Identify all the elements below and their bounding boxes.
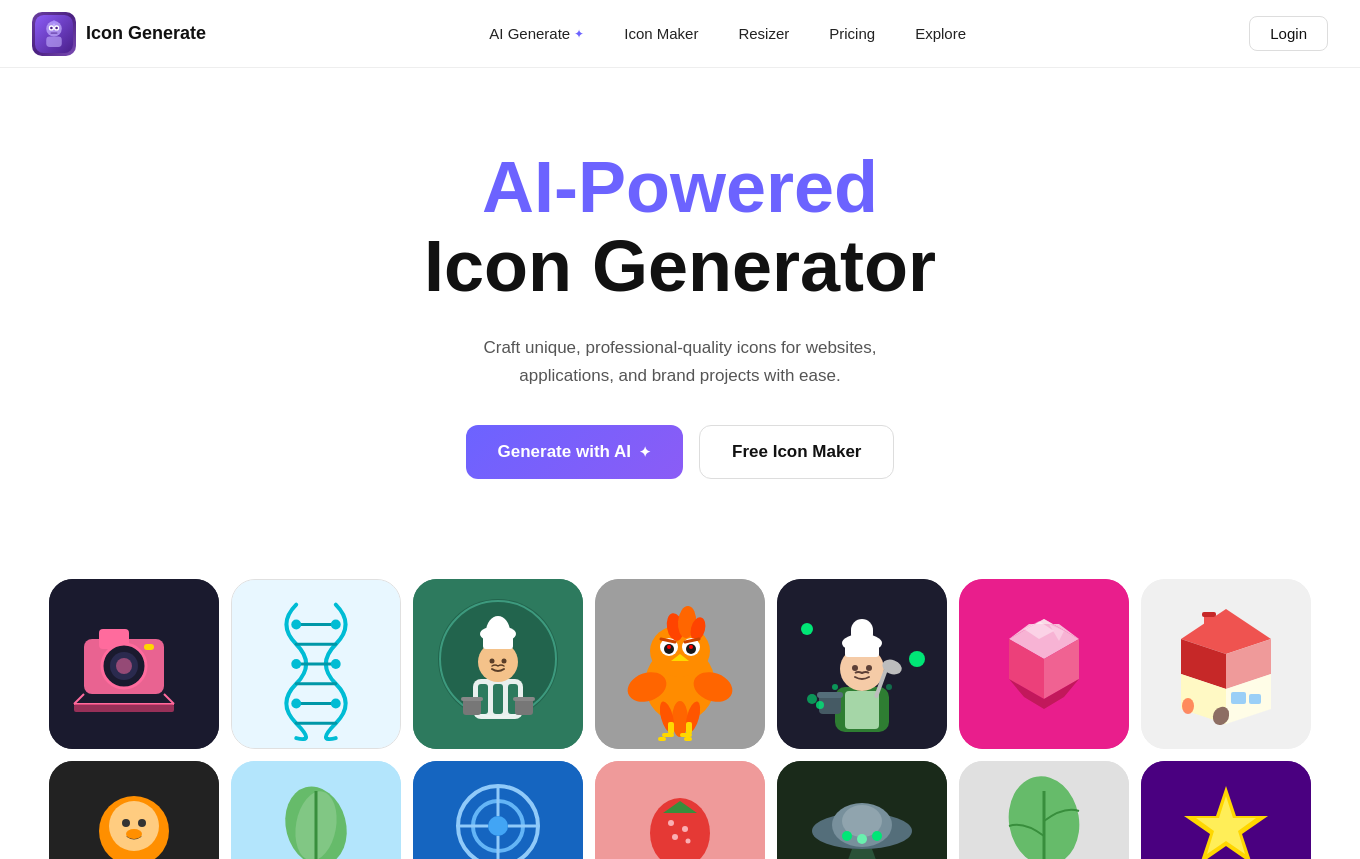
gallery-item-target <box>413 761 583 859</box>
svg-point-28 <box>291 619 301 629</box>
svg-point-87 <box>852 665 858 671</box>
svg-rect-76 <box>684 737 692 741</box>
hero-title: AI-Powered Icon Generator <box>20 148 1340 306</box>
nav-ai-generate[interactable]: AI Generate ✦ <box>473 17 600 50</box>
svg-rect-86 <box>851 619 873 645</box>
svg-point-80 <box>807 694 817 704</box>
svg-point-45 <box>490 658 495 663</box>
svg-point-78 <box>801 623 813 635</box>
gallery-item-chicken <box>595 579 765 749</box>
svg-point-33 <box>331 698 341 708</box>
svg-rect-49 <box>515 699 533 715</box>
hero-subtitle: Craft unique, professional-quality icons… <box>20 334 1340 388</box>
svg-point-30 <box>291 659 301 669</box>
svg-point-29 <box>331 619 341 629</box>
svg-rect-111 <box>1231 692 1246 704</box>
svg-point-139 <box>672 834 678 840</box>
svg-rect-20 <box>74 704 174 712</box>
svg-point-137 <box>668 820 674 826</box>
svg-point-55 <box>672 701 688 737</box>
gallery-item-lion <box>49 761 219 859</box>
gallery-item-dna <box>231 579 401 749</box>
svg-point-32 <box>291 698 301 708</box>
svg-point-118 <box>109 801 159 851</box>
gallery-item-camera <box>49 579 219 749</box>
svg-rect-39 <box>493 684 503 714</box>
generate-ai-button[interactable]: Generate with AI ✦ <box>466 425 684 479</box>
svg-rect-72 <box>686 722 692 734</box>
svg-point-44 <box>486 616 510 648</box>
gallery-item-strawberry <box>595 761 765 859</box>
svg-point-67 <box>689 645 693 649</box>
svg-rect-75 <box>680 733 692 737</box>
svg-point-95 <box>886 684 892 690</box>
free-icon-maker-button[interactable]: Free Icon Maker <box>699 425 894 479</box>
svg-point-146 <box>857 834 867 844</box>
hero-title-ai: AI-Powered <box>20 148 1340 227</box>
svg-rect-74 <box>658 737 666 741</box>
svg-point-15 <box>116 658 132 674</box>
gallery-item-plant <box>231 761 401 859</box>
logo-text: Icon Generate <box>86 23 206 44</box>
gallery-item-star <box>1141 761 1311 859</box>
gallery-item-ufo <box>777 761 947 859</box>
svg-rect-2 <box>46 36 62 46</box>
svg-point-115 <box>1182 698 1194 714</box>
svg-point-88 <box>866 665 872 671</box>
svg-rect-16 <box>144 644 154 650</box>
icon-gallery <box>0 539 1360 859</box>
gallery-item-gem <box>959 579 1129 749</box>
svg-point-66 <box>667 645 671 649</box>
gallery-row-2 <box>0 761 1360 859</box>
svg-rect-92 <box>817 692 843 698</box>
svg-point-129 <box>488 816 508 836</box>
login-button[interactable]: Login <box>1249 16 1328 51</box>
svg-point-93 <box>816 701 824 709</box>
sparkle-icon: ✦ <box>574 27 584 41</box>
svg-rect-112 <box>1249 694 1261 704</box>
hero-section: AI-Powered Icon Generator Craft unique, … <box>0 68 1360 539</box>
hero-buttons: Generate with AI ✦ Free Icon Maker <box>20 425 1340 479</box>
svg-point-9 <box>52 20 55 23</box>
svg-point-119 <box>122 819 130 827</box>
gallery-item-chef-dark <box>777 579 947 749</box>
nav-resizer[interactable]: Resizer <box>722 17 805 50</box>
gallery-item-chef-teal <box>413 579 583 749</box>
svg-point-46 <box>502 658 507 663</box>
svg-rect-47 <box>463 699 481 715</box>
main-nav: AI Generate ✦ Icon Maker Resizer Pricing… <box>473 17 982 50</box>
svg-point-6 <box>55 26 58 29</box>
svg-point-145 <box>842 831 852 841</box>
nav-pricing[interactable]: Pricing <box>813 17 891 50</box>
nav-icon-maker[interactable]: Icon Maker <box>608 17 714 50</box>
svg-rect-114 <box>1202 612 1216 617</box>
gallery-row-1 <box>0 579 1360 761</box>
hero-title-main: Icon Generator <box>20 227 1340 306</box>
svg-point-120 <box>138 819 146 827</box>
svg-point-147 <box>872 831 882 841</box>
svg-point-94 <box>832 684 838 690</box>
logo[interactable]: Icon Generate <box>32 12 206 56</box>
svg-rect-73 <box>662 733 674 737</box>
logo-icon <box>32 12 76 56</box>
gallery-item-nature <box>959 761 1129 859</box>
svg-point-79 <box>909 651 925 667</box>
svg-rect-82 <box>845 691 879 729</box>
svg-rect-7 <box>51 32 58 34</box>
svg-point-31 <box>331 659 341 669</box>
header: Icon Generate AI Generate ✦ Icon Maker R… <box>0 0 1360 68</box>
svg-rect-71 <box>668 722 674 734</box>
sparkle-btn-icon: ✦ <box>639 444 651 460</box>
svg-point-138 <box>682 826 688 832</box>
svg-point-140 <box>686 838 691 843</box>
svg-rect-48 <box>461 697 483 701</box>
svg-rect-50 <box>513 697 535 701</box>
svg-point-5 <box>50 26 53 29</box>
svg-point-121 <box>126 829 142 839</box>
gallery-item-house <box>1141 579 1311 749</box>
nav-explore[interactable]: Explore <box>899 17 982 50</box>
